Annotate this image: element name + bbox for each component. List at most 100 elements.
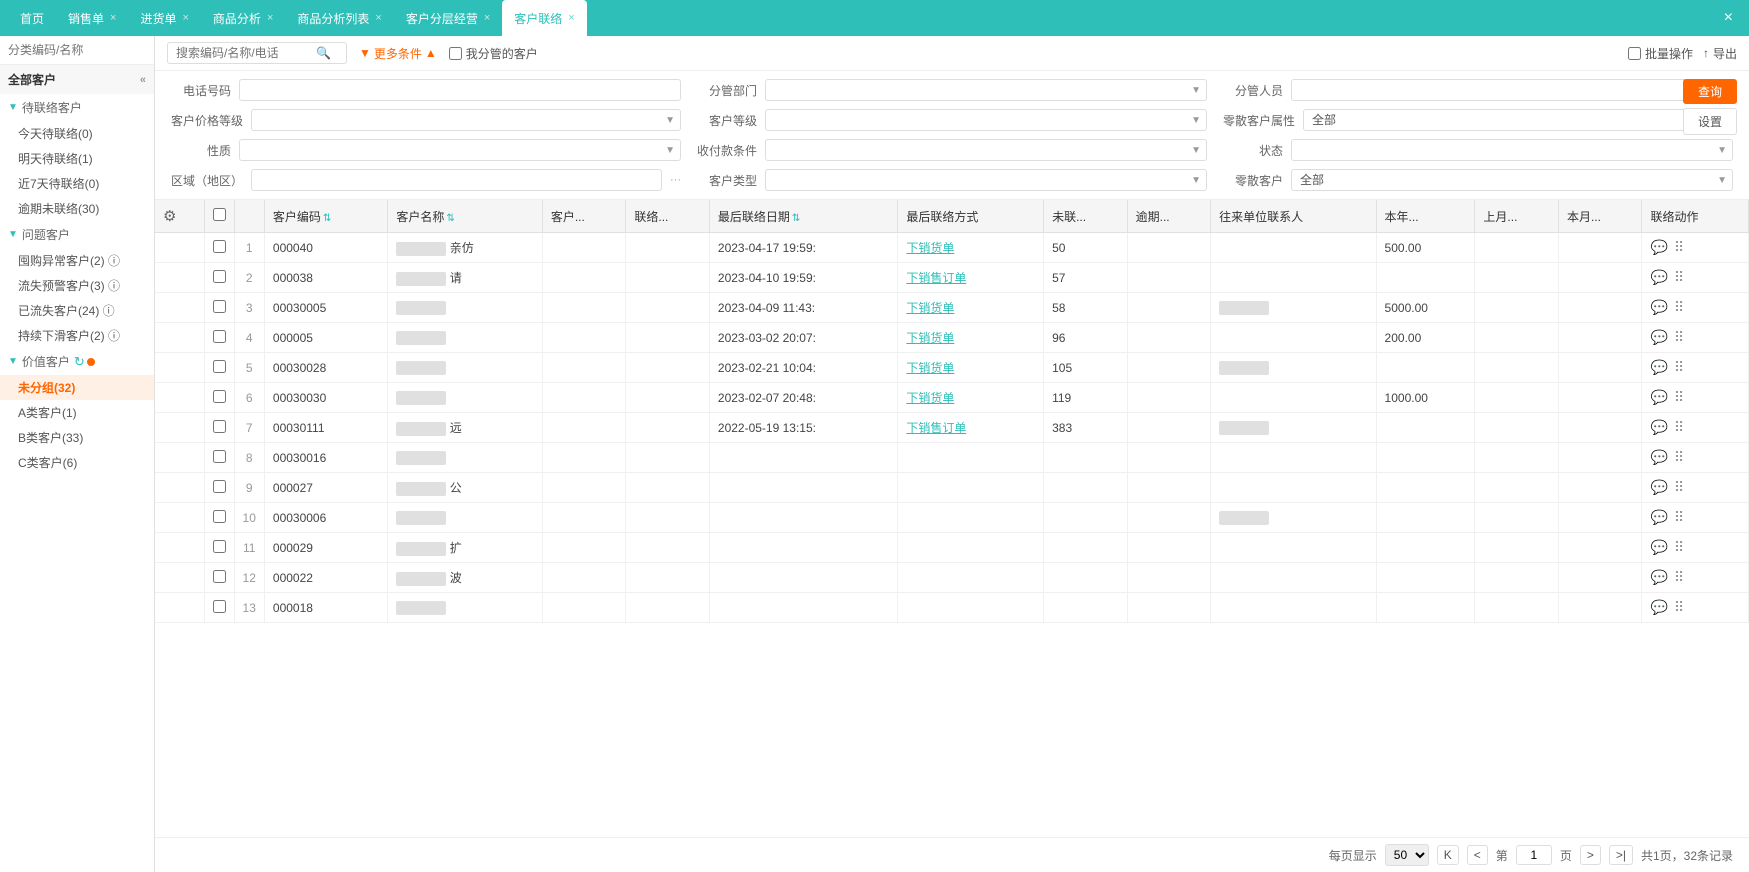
grid-icon[interactable]: ⠿ [1674,299,1684,316]
sidebar-item-tomorrow[interactable]: 明天待联络(1) [0,146,154,171]
sidebar-item-unclassified[interactable]: 未分组(32) [0,375,154,400]
customer-level-select[interactable] [765,109,1207,131]
check-cell[interactable] [204,593,234,623]
my-customers-check[interactable] [449,47,462,60]
page-number-input[interactable] [1516,845,1552,865]
row-checkbox[interactable] [213,390,226,403]
contact-way-link[interactable]: 下销售订单 [906,421,966,435]
close-product-analysis-list-tab-icon[interactable]: × [375,12,381,24]
export-button[interactable]: ↑ 导出 [1703,45,1737,62]
dept-select[interactable] [765,79,1207,101]
sidebar-group-pending[interactable]: ▼ 待联络客户 [0,94,154,121]
first-page-button[interactable]: K [1437,845,1459,865]
last-page-button[interactable]: >| [1609,845,1633,865]
contact-way-link[interactable]: 下销货单 [906,241,954,255]
collapse-sidebar-icon[interactable]: « [140,74,146,86]
chat-icon[interactable]: 💬 [1650,329,1667,346]
sidebar-item-7days[interactable]: 近7天待联络(0) [0,171,154,196]
row-checkbox[interactable] [213,360,226,373]
check-cell[interactable] [204,233,234,263]
check-cell[interactable] [204,503,234,533]
grid-icon[interactable]: ⠿ [1674,329,1684,346]
sidebar-search-input[interactable] [8,43,155,57]
prev-page-button[interactable]: < [1467,845,1488,865]
search-icon[interactable]: 🔍 [316,46,331,60]
search-input[interactable] [176,46,316,60]
grid-icon[interactable]: ⠿ [1674,449,1684,466]
grid-icon[interactable]: ⠿ [1674,359,1684,376]
close-customer-contact-tab-icon[interactable]: × [568,12,574,24]
check-cell[interactable] [204,323,234,353]
refresh-icon[interactable]: ↻ [74,354,85,370]
chat-icon[interactable]: 💬 [1650,269,1667,286]
contact-way-link[interactable]: 下销货单 [906,391,954,405]
row-checkbox[interactable] [213,300,226,313]
contact-way-link[interactable]: 下销货单 [906,361,954,375]
row-checkbox[interactable] [213,510,226,523]
select-all-checkbox[interactable] [213,208,226,221]
check-cell[interactable] [204,293,234,323]
close-all-tabs-button[interactable]: × [1716,9,1741,27]
row-checkbox[interactable] [213,600,226,613]
customer-type-select[interactable] [765,169,1207,191]
grid-icon[interactable]: ⠿ [1674,569,1684,586]
contact-way-link[interactable]: 下销货单 [906,331,954,345]
check-cell[interactable] [204,443,234,473]
row-checkbox[interactable] [213,570,226,583]
chat-icon[interactable]: 💬 [1650,479,1667,496]
sidebar-item-class-a[interactable]: A类客户(1) [0,400,154,425]
status-select[interactable] [1291,139,1733,161]
row-checkbox[interactable] [213,240,226,253]
region-input[interactable] [251,169,662,191]
sidebar-item-hoarding[interactable]: 囤购异常客户(2) ⓘ [0,248,154,273]
chat-icon[interactable]: 💬 [1650,389,1667,406]
contact-way-link[interactable]: 下销货单 [906,301,954,315]
nav-tab-product-analysis[interactable]: 商品分析 × [201,0,285,36]
grid-icon[interactable]: ⠿ [1674,269,1684,286]
row-checkbox[interactable] [213,450,226,463]
my-customers-checkbox[interactable]: 我分管的客户 [449,45,538,62]
row-checkbox[interactable] [213,270,226,283]
close-product-analysis-tab-icon[interactable]: × [267,12,273,24]
region-more-icon[interactable]: ··· [670,174,681,186]
check-cell[interactable] [204,533,234,563]
contact-way-link[interactable]: 下销售订单 [906,271,966,285]
check-cell[interactable] [204,263,234,293]
reset-button[interactable]: 设置 [1683,108,1737,135]
grid-icon[interactable]: ⠿ [1674,539,1684,556]
chat-icon[interactable]: 💬 [1650,299,1667,316]
chat-icon[interactable]: 💬 [1650,599,1667,616]
settings-col-header[interactable]: ⚙ [155,200,204,233]
nav-tab-purchase[interactable]: 进货单 × [128,0,200,36]
grid-icon[interactable]: ⠿ [1674,419,1684,436]
sidebar-item-overdue[interactable]: 逾期未联络(30) [0,196,154,221]
chat-icon[interactable]: 💬 [1650,569,1667,586]
retail-customer-select[interactable]: 全部 [1291,169,1733,191]
settings-icon[interactable]: ⚙ [163,208,176,225]
close-purchase-tab-icon[interactable]: × [182,12,188,24]
nature-select[interactable] [239,139,681,161]
chat-icon[interactable]: 💬 [1650,359,1667,376]
close-sales-tab-icon[interactable]: × [110,12,116,24]
chat-icon[interactable]: 💬 [1650,419,1667,436]
row-checkbox[interactable] [213,480,226,493]
chat-icon[interactable]: 💬 [1650,539,1667,556]
sidebar-item-class-c[interactable]: C类客户(6) [0,450,154,475]
next-page-button[interactable]: > [1580,845,1601,865]
all-customers-header[interactable]: 全部客户 « [0,65,154,94]
grid-icon[interactable]: ⠿ [1674,239,1684,256]
batch-op-button[interactable]: 批量操作 [1628,45,1693,62]
check-cell[interactable] [204,413,234,443]
person-input[interactable] [1291,79,1714,101]
query-button[interactable]: 查询 [1683,79,1737,104]
chat-icon[interactable]: 💬 [1650,239,1667,256]
check-cell[interactable] [204,473,234,503]
grid-icon[interactable]: ⠿ [1674,389,1684,406]
chat-icon[interactable]: 💬 [1650,509,1667,526]
last-date-col-header[interactable]: 最后联络日期⇅ [709,200,897,233]
code-col-header[interactable]: 客户编码⇅ [264,200,387,233]
sidebar-item-today[interactable]: 今天待联络(0) [0,121,154,146]
row-checkbox[interactable] [213,330,226,343]
grid-icon[interactable]: ⠿ [1674,479,1684,496]
phone-input[interactable] [239,79,681,101]
